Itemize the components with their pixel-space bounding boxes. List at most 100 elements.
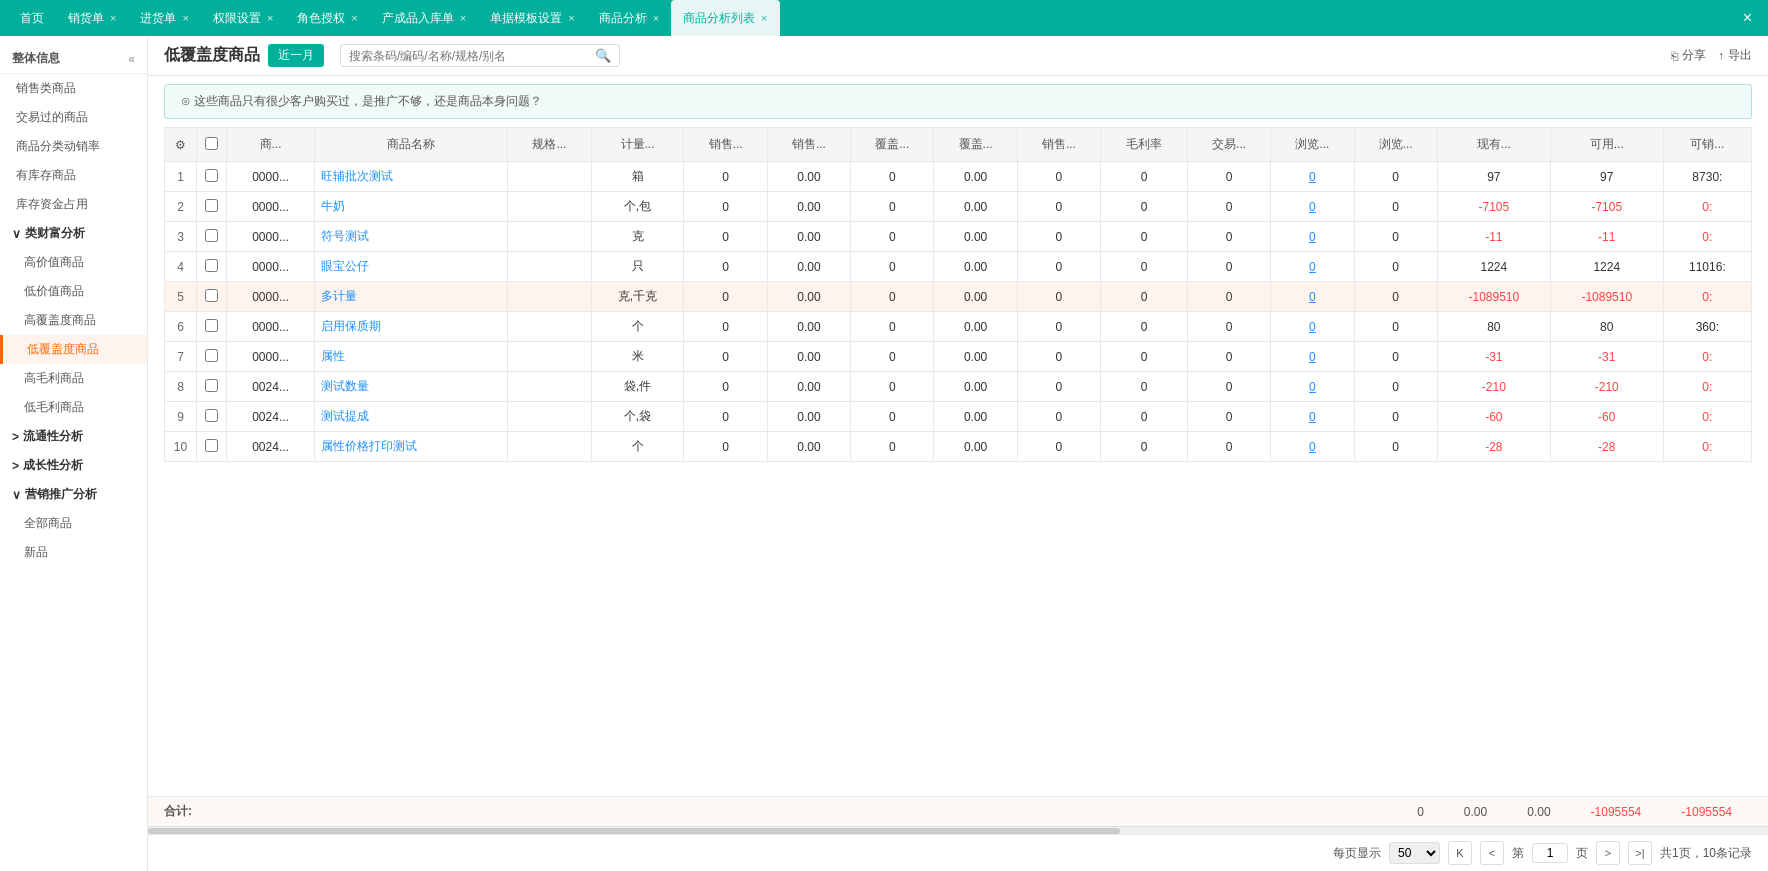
row-sellable: 0: [1663, 342, 1751, 372]
row-checkbox[interactable] [205, 439, 218, 452]
nav-finished-goods-close[interactable]: × [460, 12, 466, 24]
row-name[interactable]: 符号测试 [315, 222, 508, 252]
row-checkbox-cell[interactable] [197, 402, 227, 432]
row-name[interactable]: 属性价格打印测试 [315, 432, 508, 462]
row-name[interactable]: 启用保质期 [315, 312, 508, 342]
sidebar-collapse-btn[interactable]: « [128, 52, 135, 66]
row-name[interactable]: 多计量 [315, 282, 508, 312]
row-checkbox-cell[interactable] [197, 162, 227, 192]
sidebar-group-growth[interactable]: >成长性分析 [0, 451, 147, 480]
th-checkbox[interactable] [197, 128, 227, 162]
select-all-checkbox[interactable] [205, 137, 218, 150]
nav-product-analysis[interactable]: 商品分析 × [587, 0, 671, 36]
row-name[interactable]: 眼宝公仔 [315, 252, 508, 282]
sidebar-item-sales-goods[interactable]: 销售类商品 [0, 74, 147, 103]
nav-finished-goods[interactable]: 产成品入库单 × [370, 0, 478, 36]
sidebar-item-category-rate[interactable]: 商品分类动销率 [0, 132, 147, 161]
search-input[interactable] [349, 49, 595, 63]
sidebar-group-wealth[interactable]: ∨类财富分析 [0, 219, 147, 248]
sidebar-item-high-profit[interactable]: 高毛利商品 [0, 364, 147, 393]
row-name[interactable]: 属性 [315, 342, 508, 372]
row-browse1[interactable]: 0 [1271, 312, 1354, 342]
row-name[interactable]: 测试数量 [315, 372, 508, 402]
nav-role-auth[interactable]: 角色授权 × [285, 0, 369, 36]
export-button[interactable]: ↑ 导出 [1718, 47, 1752, 64]
sidebar-item-traded-goods[interactable]: 交易过的商品 [0, 103, 147, 132]
row-checkbox[interactable] [205, 349, 218, 362]
nav-product-analysis-list-close[interactable]: × [761, 12, 767, 24]
row-checkbox[interactable] [205, 409, 218, 422]
prev-page-button[interactable]: < [1480, 841, 1504, 865]
sidebar-item-high-coverage[interactable]: 高覆盖度商品 [0, 306, 147, 335]
first-page-button[interactable]: K [1448, 841, 1472, 865]
sidebar-item-new-goods[interactable]: 新品 [0, 538, 147, 567]
per-page-select[interactable]: 50 100 200 [1389, 842, 1440, 864]
row-checkbox-cell[interactable] [197, 312, 227, 342]
row-name[interactable]: 旺辅批次测试 [315, 162, 508, 192]
sidebar-item-all-goods[interactable]: 全部商品 [0, 509, 147, 538]
nav-template-settings-close[interactable]: × [568, 12, 574, 24]
nav-home[interactable]: 首页 [8, 0, 56, 36]
row-name[interactable]: 测试提成 [315, 402, 508, 432]
nav-product-analysis-list[interactable]: 商品分析列表 × [671, 0, 779, 36]
nav-sales-order-close[interactable]: × [110, 12, 116, 24]
row-checkbox-cell[interactable] [197, 192, 227, 222]
row-checkbox[interactable] [205, 199, 218, 212]
row-checkbox[interactable] [205, 169, 218, 182]
row-checkbox[interactable] [205, 289, 218, 302]
row-browse1[interactable]: 0 [1271, 282, 1354, 312]
row-checkbox[interactable] [205, 259, 218, 272]
row-checkbox-cell[interactable] [197, 342, 227, 372]
sidebar-group-liquidity[interactable]: >流通性分析 [0, 422, 147, 451]
nav-permissions-close[interactable]: × [267, 12, 273, 24]
nav-template-settings[interactable]: 单据模板设置 × [478, 0, 586, 36]
nav-product-analysis-close[interactable]: × [653, 12, 659, 24]
row-checkbox-cell[interactable] [197, 282, 227, 312]
sidebar-item-low-value[interactable]: 低价值商品 [0, 277, 147, 306]
row-checkbox-cell[interactable] [197, 252, 227, 282]
share-button[interactable]: ⎗ 分享 [1671, 47, 1706, 64]
row-browse1[interactable]: 0 [1271, 432, 1354, 462]
row-checkbox-cell[interactable] [197, 222, 227, 252]
row-browse1[interactable]: 0 [1271, 372, 1354, 402]
sidebar-item-high-value[interactable]: 高价值商品 [0, 248, 147, 277]
row-browse1[interactable]: 0 [1271, 192, 1354, 222]
row-checkbox[interactable] [205, 229, 218, 242]
date-filter-button[interactable]: 近一月 [268, 44, 324, 67]
page-label: 第 [1512, 845, 1524, 862]
row-checkbox-cell[interactable] [197, 432, 227, 462]
nav-purchase-order[interactable]: 进货单 × [128, 0, 200, 36]
search-icon[interactable]: 🔍 [595, 48, 611, 63]
horizontal-scrollbar[interactable] [148, 826, 1768, 834]
sidebar-item-in-stock[interactable]: 有库存商品 [0, 161, 147, 190]
row-sellable: 0: [1663, 432, 1751, 462]
row-browse1[interactable]: 0 [1271, 342, 1354, 372]
row-checkbox[interactable] [205, 319, 218, 332]
nav-close-all[interactable]: × [1735, 9, 1760, 27]
row-browse1[interactable]: 0 [1271, 162, 1354, 192]
sidebar-group-marketing[interactable]: ∨营销推广分析 [0, 480, 147, 509]
row-name[interactable]: 牛奶 [315, 192, 508, 222]
table-container[interactable]: ⚙ 商... 商品名称 规格... 计量... 销售... 销售... 覆盖..… [148, 127, 1768, 796]
last-page-button[interactable]: >| [1628, 841, 1652, 865]
row-browse1[interactable]: 0 [1271, 402, 1354, 432]
row-browse1[interactable]: 0 [1271, 252, 1354, 282]
row-trade: 0 [1187, 282, 1270, 312]
row-checkbox-cell[interactable] [197, 372, 227, 402]
page-number-input[interactable] [1532, 843, 1568, 863]
sidebar-item-capital[interactable]: 库存资金占用 [0, 190, 147, 219]
row-code: 0000... [227, 222, 315, 252]
nav-role-auth-close[interactable]: × [351, 12, 357, 24]
sidebar-item-low-coverage[interactable]: 低覆盖度商品 [0, 335, 147, 364]
next-page-button[interactable]: > [1596, 841, 1620, 865]
nav-purchase-order-close[interactable]: × [182, 12, 188, 24]
sidebar-item-low-profit[interactable]: 低毛利商品 [0, 393, 147, 422]
nav-sales-order[interactable]: 销货单 × [56, 0, 128, 36]
row-browse1[interactable]: 0 [1271, 222, 1354, 252]
row-checkbox[interactable] [205, 379, 218, 392]
row-browse2: 0 [1354, 222, 1437, 252]
row-number: 8 [165, 372, 197, 402]
nav-permissions[interactable]: 权限设置 × [201, 0, 285, 36]
table-header-row: ⚙ 商... 商品名称 规格... 计量... 销售... 销售... 覆盖..… [165, 128, 1752, 162]
th-settings[interactable]: ⚙ [165, 128, 197, 162]
